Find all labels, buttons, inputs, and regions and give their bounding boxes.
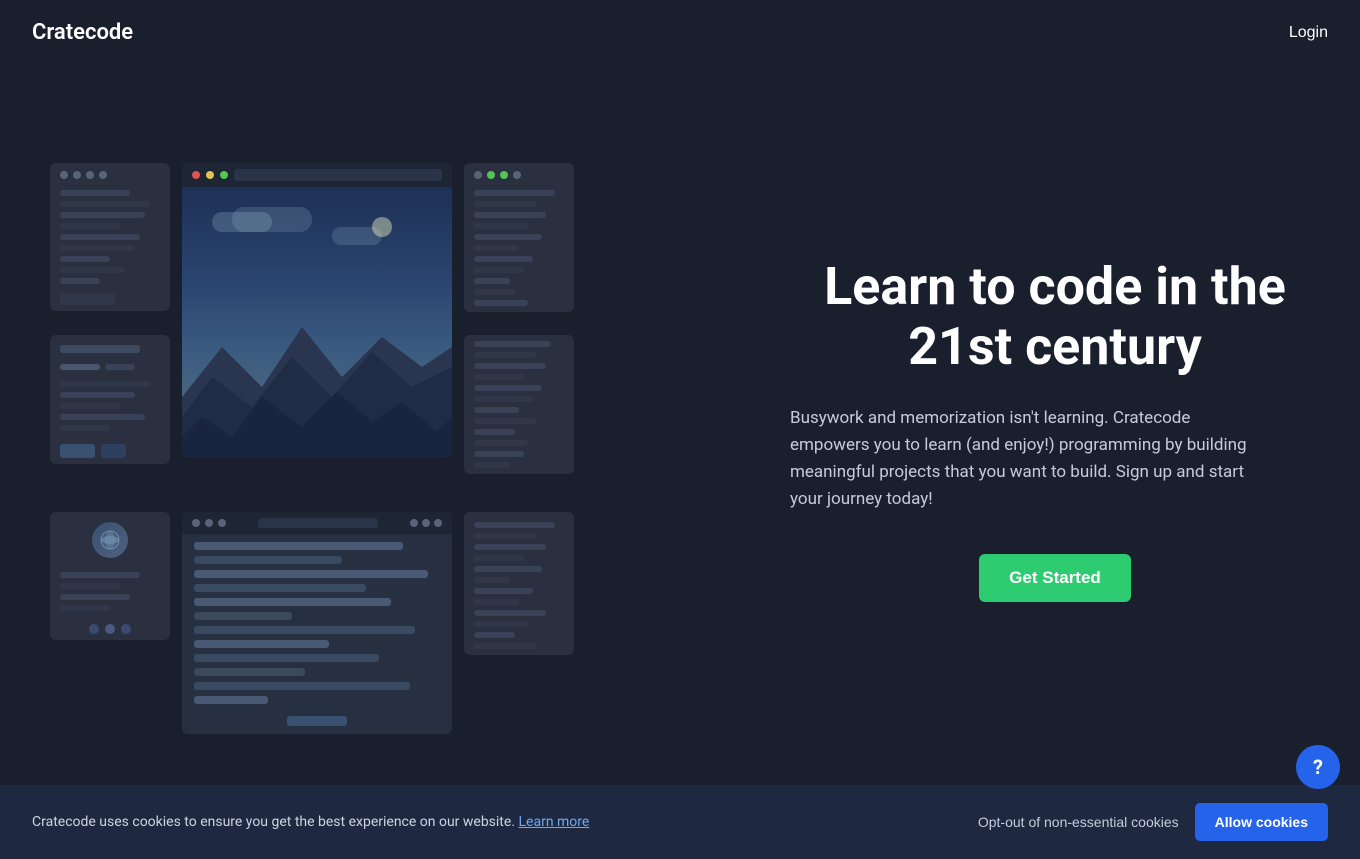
main-content: Learn to code in the 21st century Busywo… xyxy=(0,65,1360,794)
login-button[interactable]: Login xyxy=(1289,24,1328,42)
navbar: Cratecode Login xyxy=(0,0,1360,65)
learn-more-link[interactable]: Learn more xyxy=(519,814,590,830)
hero-section: Learn to code in the 21st century Busywo… xyxy=(730,257,1320,601)
mockup-small-top-left xyxy=(50,163,170,311)
mockup-small-top-right xyxy=(464,163,574,312)
mockups-panel xyxy=(40,153,690,707)
mockup-large-center xyxy=(182,163,452,457)
allow-cookies-button[interactable]: Allow cookies xyxy=(1195,803,1328,841)
opt-out-button[interactable]: Opt-out of non-essential cookies xyxy=(978,814,1179,830)
cookie-actions: Opt-out of non-essential cookies Allow c… xyxy=(978,803,1328,841)
cookie-banner: Cratecode uses cookies to ensure you get… xyxy=(0,785,1360,859)
cookie-text: Cratecode uses cookies to ensure you get… xyxy=(32,814,978,830)
mockup-small-bot-right xyxy=(464,512,574,655)
get-started-button[interactable]: Get Started xyxy=(979,554,1131,602)
mockup-small-bot-left xyxy=(50,512,170,640)
mockup-large-bot-center xyxy=(182,512,452,734)
logo: Cratecode xyxy=(32,20,133,45)
hero-subtitle: Busywork and memorization isn't learning… xyxy=(790,405,1270,514)
help-bubble[interactable]: ? xyxy=(1296,745,1340,789)
hero-title: Learn to code in the 21st century xyxy=(790,257,1320,377)
mockup-small-mid-right xyxy=(464,335,574,474)
mockup-small-mid-left xyxy=(50,335,170,464)
